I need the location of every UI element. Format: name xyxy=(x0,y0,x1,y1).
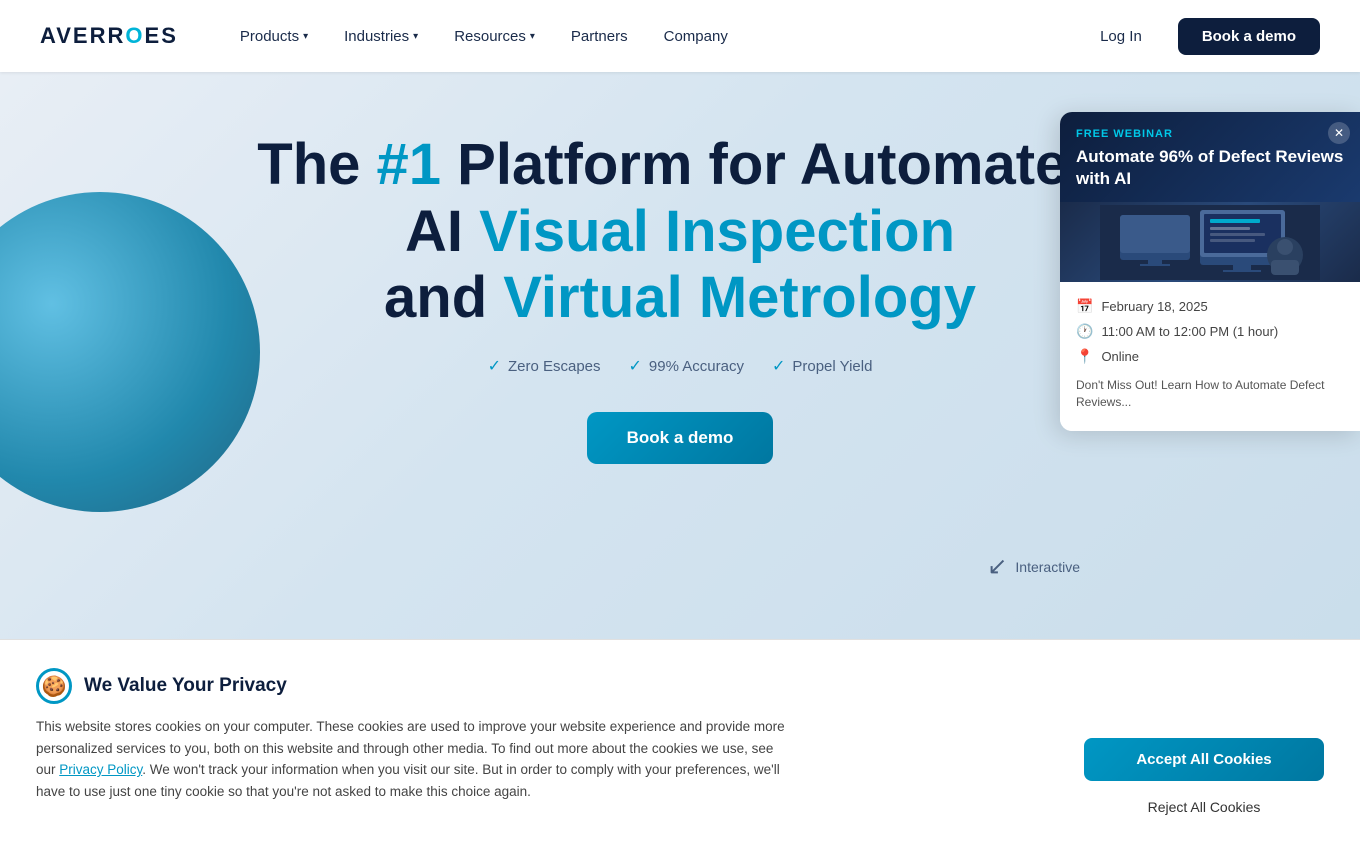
cookie-title: We Value Your Privacy xyxy=(84,675,287,697)
webinar-thumbnail xyxy=(1100,205,1320,280)
navigation: AVERROES Products ▾ Industries ▾ Resourc… xyxy=(0,0,1360,72)
nav-resources[interactable]: Resources ▾ xyxy=(440,20,549,53)
badge-accuracy: ✓ 99% Accuracy xyxy=(629,356,744,376)
webinar-popup: FREE WEBINAR Automate 96% of Defect Revi… xyxy=(1060,112,1360,431)
nav-links: Products ▾ Industries ▾ Resources ▾ Part… xyxy=(226,20,1080,53)
location-icon: 📍 xyxy=(1076,348,1093,365)
webinar-image xyxy=(1060,202,1360,282)
badge-zero-escapes: ✓ Zero Escapes xyxy=(488,356,601,376)
webinar-title: Automate 96% of Defect Reviews with AI xyxy=(1076,146,1344,190)
login-button[interactable]: Log In xyxy=(1080,20,1162,53)
accept-cookies-button[interactable]: Accept All Cookies xyxy=(1084,738,1324,781)
chevron-down-icon: ▾ xyxy=(413,31,418,42)
sphere-decoration xyxy=(0,192,260,512)
chevron-down-icon: ▾ xyxy=(303,31,308,42)
arrow-icon: ↙ xyxy=(987,552,1007,581)
webinar-body: 📅 February 18, 2025 🕐 11:00 AM to 12:00 … xyxy=(1060,282,1360,431)
hero-badges: ✓ Zero Escapes ✓ 99% Accuracy ✓ Propel Y… xyxy=(488,356,873,376)
cookie-header: 🍪 We Value Your Privacy xyxy=(36,668,1324,704)
cookie-banner: 🍪 We Value Your Privacy This website sto… xyxy=(0,639,1360,859)
badge-yield: ✓ Propel Yield xyxy=(772,356,872,376)
nav-company[interactable]: Company xyxy=(650,20,742,53)
book-demo-hero-button[interactable]: Book a demo xyxy=(587,412,774,464)
interactive-hint: ↙ Interactive xyxy=(987,552,1080,581)
nav-partners[interactable]: Partners xyxy=(557,20,642,53)
clock-icon: 🕐 xyxy=(1076,323,1093,340)
check-icon: ✓ xyxy=(629,356,642,376)
hero-title: The #1 Platform for Automated AI Visual … xyxy=(230,132,1130,332)
cookie-buttons: Accept All Cookies Reject All Cookies xyxy=(1084,738,1324,823)
check-icon: ✓ xyxy=(488,356,501,376)
webinar-location-row: 📍 Online xyxy=(1076,348,1344,365)
cookie-icon: 🍪 xyxy=(36,668,72,704)
check-icon: ✓ xyxy=(772,356,785,376)
close-button[interactable]: ✕ xyxy=(1328,122,1350,144)
webinar-date-row: 📅 February 18, 2025 xyxy=(1076,298,1344,315)
calendar-icon: 📅 xyxy=(1076,298,1093,315)
webinar-tag: FREE WEBINAR xyxy=(1076,128,1344,140)
webinar-meta: 📅 February 18, 2025 🕐 11:00 AM to 12:00 … xyxy=(1076,298,1344,365)
nav-actions: Log In Book a demo xyxy=(1080,18,1320,55)
webinar-header: FREE WEBINAR Automate 96% of Defect Revi… xyxy=(1060,112,1360,202)
cookie-body: This website stores cookies on your comp… xyxy=(36,716,796,802)
nav-industries[interactable]: Industries ▾ xyxy=(330,20,432,53)
webinar-description: Don't Miss Out! Learn How to Automate De… xyxy=(1076,377,1344,411)
chevron-down-icon: ▾ xyxy=(530,31,535,42)
webinar-time-row: 🕐 11:00 AM to 12:00 PM (1 hour) xyxy=(1076,323,1344,340)
nav-products[interactable]: Products ▾ xyxy=(226,20,322,53)
book-demo-nav-button[interactable]: Book a demo xyxy=(1178,18,1320,55)
reject-cookies-button[interactable]: Reject All Cookies xyxy=(1084,791,1324,823)
logo: AVERROES xyxy=(40,23,178,49)
privacy-policy-link[interactable]: Privacy Policy xyxy=(59,762,142,777)
